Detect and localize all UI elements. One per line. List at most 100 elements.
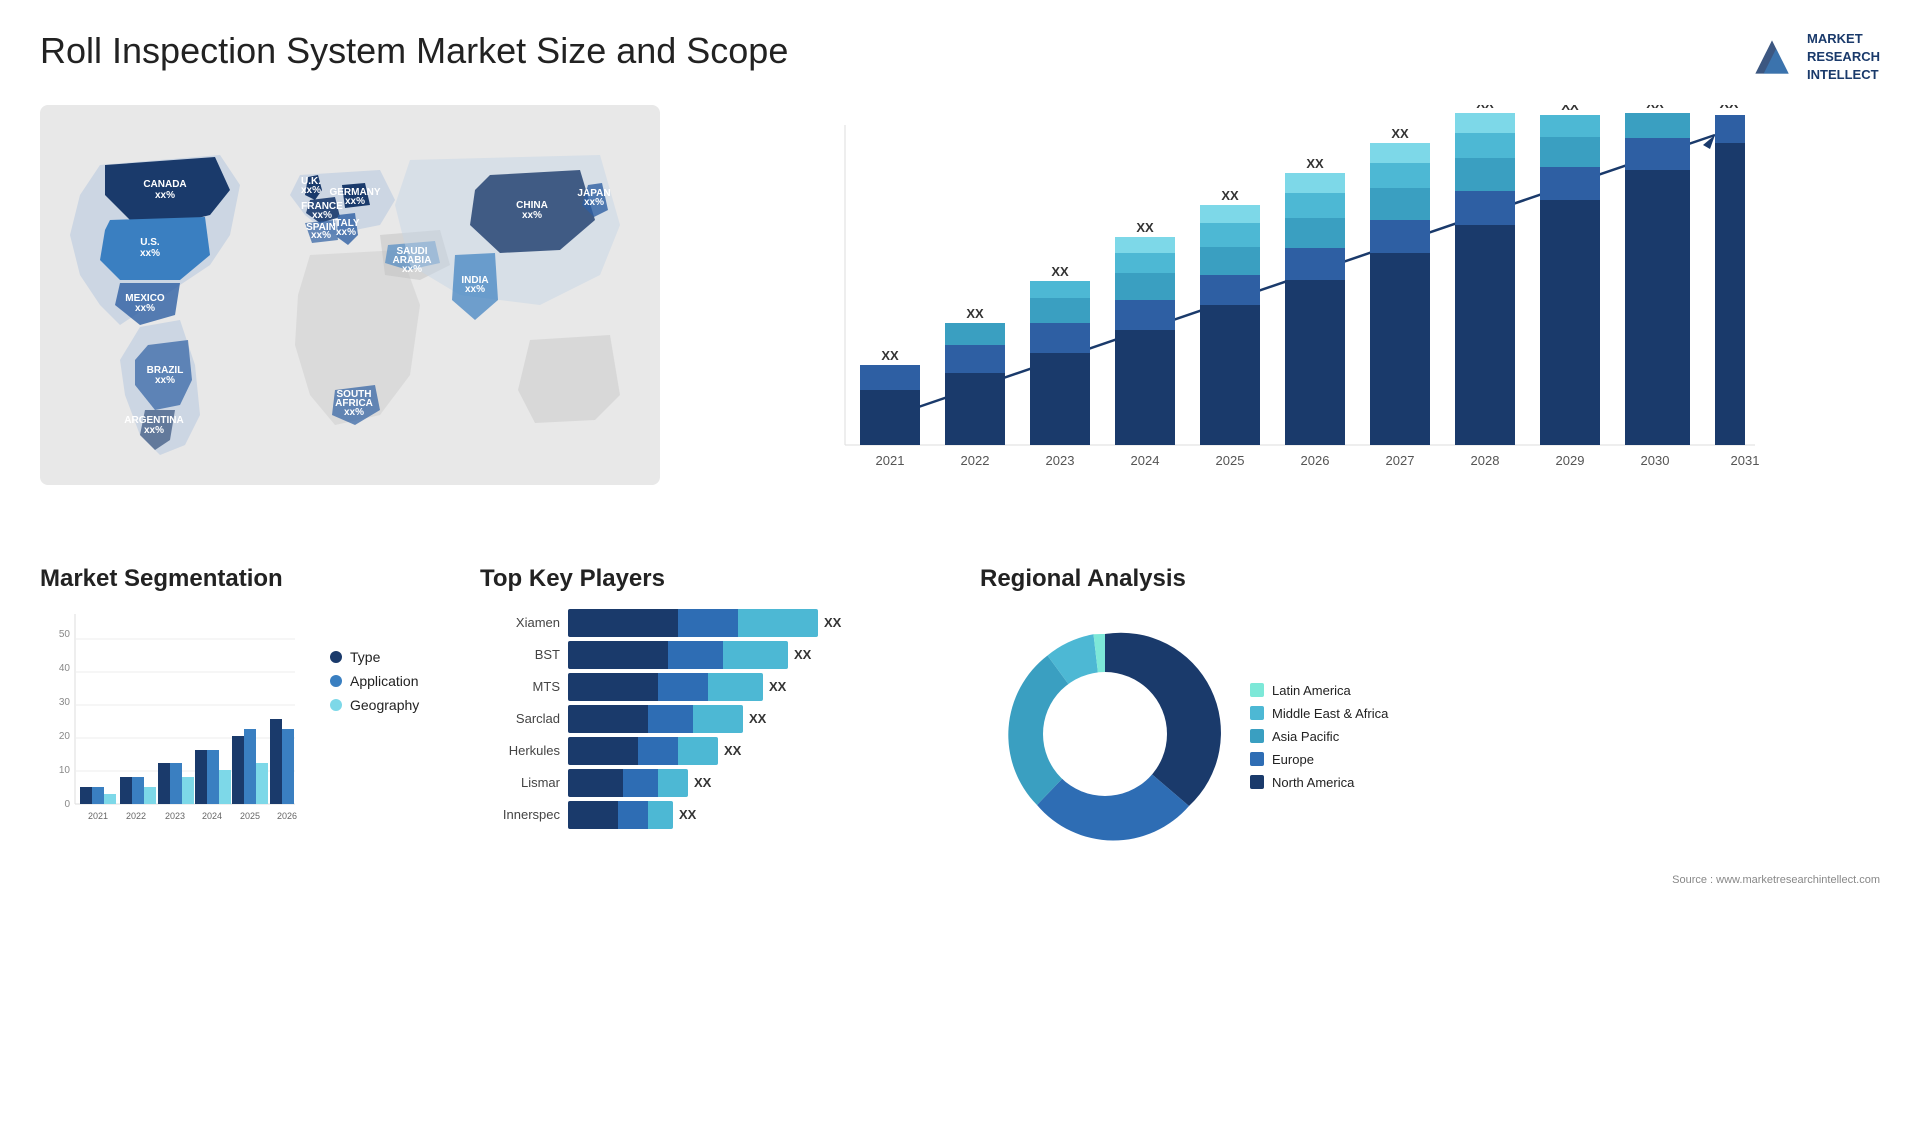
list-item: Sarclad XX — [480, 705, 960, 733]
svg-text:xx%: xx% — [522, 210, 542, 221]
bar-seg2 — [678, 609, 738, 637]
player-bar-container: XX — [568, 609, 960, 637]
svg-text:40: 40 — [59, 663, 71, 674]
player-bar — [568, 737, 718, 765]
svg-text:XX: XX — [1646, 105, 1664, 111]
bar-seg3 — [648, 801, 673, 829]
svg-text:XX: XX — [1720, 105, 1739, 111]
application-label: Application — [350, 673, 419, 689]
bar-seg3 — [678, 737, 718, 765]
player-bar — [568, 705, 743, 733]
svg-text:2023: 2023 — [165, 811, 185, 821]
latin-america-label: Latin America — [1272, 683, 1351, 698]
growth-chart: XX 2021 XX 2022 XX 2023 — [700, 105, 1880, 505]
bar-seg3 — [738, 609, 818, 637]
bar-seg1 — [568, 641, 668, 669]
svg-text:xx%: xx% — [402, 264, 422, 275]
source-text: Source : www.marketresearchintellect.com — [980, 874, 1880, 886]
player-bar — [568, 801, 673, 829]
bottom-section: Market Segmentation 0 10 20 30 40 50 — [40, 565, 1880, 886]
bar-seg2 — [668, 641, 723, 669]
player-value: XX — [794, 647, 811, 662]
svg-text:10: 10 — [59, 765, 71, 776]
market-seg-title: Market Segmentation — [40, 565, 460, 593]
svg-text:2029: 2029 — [1556, 453, 1585, 468]
svg-text:xx%: xx% — [584, 197, 604, 208]
middle-east-box — [1250, 706, 1264, 720]
page-title: Roll Inspection System Market Size and S… — [40, 30, 788, 72]
svg-text:XX: XX — [966, 306, 984, 321]
svg-text:xx%: xx% — [135, 303, 155, 314]
growth-chart-svg: XX 2021 XX 2022 XX 2023 — [700, 105, 1880, 505]
list-item: Innerspec XX — [480, 801, 960, 829]
svg-text:xx%: xx% — [311, 230, 331, 241]
world-map-container: CANADA xx% U.S. xx% MEXICO xx% BRAZIL xx… — [40, 105, 660, 485]
bar-seg2 — [638, 737, 678, 765]
players-list: Xiamen XX BST — [480, 609, 960, 829]
middle-east-label: Middle East & Africa — [1272, 706, 1388, 721]
svg-text:2021: 2021 — [876, 453, 905, 468]
svg-text:2030: 2030 — [1641, 453, 1670, 468]
regional-legend: Latin America Middle East & Africa Asia … — [1250, 683, 1388, 790]
legend-item-asia-pacific: Asia Pacific — [1250, 729, 1388, 744]
growth-chart-section: XX 2021 XX 2022 XX 2023 — [700, 105, 1880, 525]
svg-text:XX: XX — [881, 348, 899, 363]
regional-title: Regional Analysis — [980, 565, 1880, 593]
svg-text:CANADA: CANADA — [143, 179, 186, 190]
svg-text:2025: 2025 — [1216, 453, 1245, 468]
geography-dot — [330, 699, 342, 711]
legend-item-latin-america: Latin America — [1250, 683, 1388, 698]
player-name: Innerspec — [480, 807, 560, 822]
player-bar-container: XX — [568, 801, 960, 829]
svg-text:XX: XX — [1561, 105, 1579, 113]
svg-text:2022: 2022 — [126, 811, 146, 821]
svg-text:xx%: xx% — [312, 210, 332, 221]
bar-seg1 — [568, 673, 658, 701]
player-bar — [568, 609, 818, 637]
application-dot — [330, 675, 342, 687]
bar-seg1 — [568, 801, 618, 829]
bar-seg3 — [723, 641, 788, 669]
svg-text:xx%: xx% — [155, 375, 175, 386]
svg-text:2027: 2027 — [1386, 453, 1415, 468]
svg-text:XX: XX — [1476, 105, 1494, 111]
page-header: Roll Inspection System Market Size and S… — [40, 30, 1880, 85]
legend-item-north-america: North America — [1250, 775, 1388, 790]
svg-text:2023: 2023 — [1046, 453, 1075, 468]
player-value: XX — [824, 615, 841, 630]
player-bar-container: XX — [568, 705, 960, 733]
svg-text:xx%: xx% — [301, 185, 321, 196]
world-map-svg: CANADA xx% U.S. xx% MEXICO xx% BRAZIL xx… — [40, 105, 660, 485]
svg-text:2024: 2024 — [202, 811, 222, 821]
player-bar-container: XX — [568, 769, 960, 797]
svg-text:2026: 2026 — [277, 811, 297, 821]
logo-text: MARKET RESEARCH INTELLECT — [1807, 30, 1880, 85]
donut-svg — [980, 609, 1230, 859]
bar-seg1 — [568, 769, 623, 797]
player-name: Lismar — [480, 775, 560, 790]
player-bar — [568, 641, 788, 669]
player-value: XX — [749, 711, 766, 726]
bar-seg1 — [568, 609, 678, 637]
bar-seg3 — [693, 705, 743, 733]
bar-seg1 — [568, 705, 648, 733]
player-value: XX — [724, 743, 741, 758]
list-item: Lismar XX — [480, 769, 960, 797]
player-name: BST — [480, 647, 560, 662]
svg-text:xx%: xx% — [144, 425, 164, 436]
bar-seg2 — [658, 673, 708, 701]
list-item: BST XX — [480, 641, 960, 669]
svg-text:xx%: xx% — [345, 196, 365, 207]
svg-text:xx%: xx% — [465, 284, 485, 295]
svg-text:2021: 2021 — [88, 811, 108, 821]
svg-text:0: 0 — [64, 799, 70, 810]
player-value: XX — [694, 775, 711, 790]
list-item: Herkules XX — [480, 737, 960, 765]
svg-text:50: 50 — [59, 629, 71, 640]
asia-pacific-box — [1250, 729, 1264, 743]
player-bar-container: XX — [568, 641, 960, 669]
svg-text:XX: XX — [1136, 220, 1154, 235]
europe-box — [1250, 752, 1264, 766]
type-dot — [330, 651, 342, 663]
player-bar — [568, 769, 688, 797]
